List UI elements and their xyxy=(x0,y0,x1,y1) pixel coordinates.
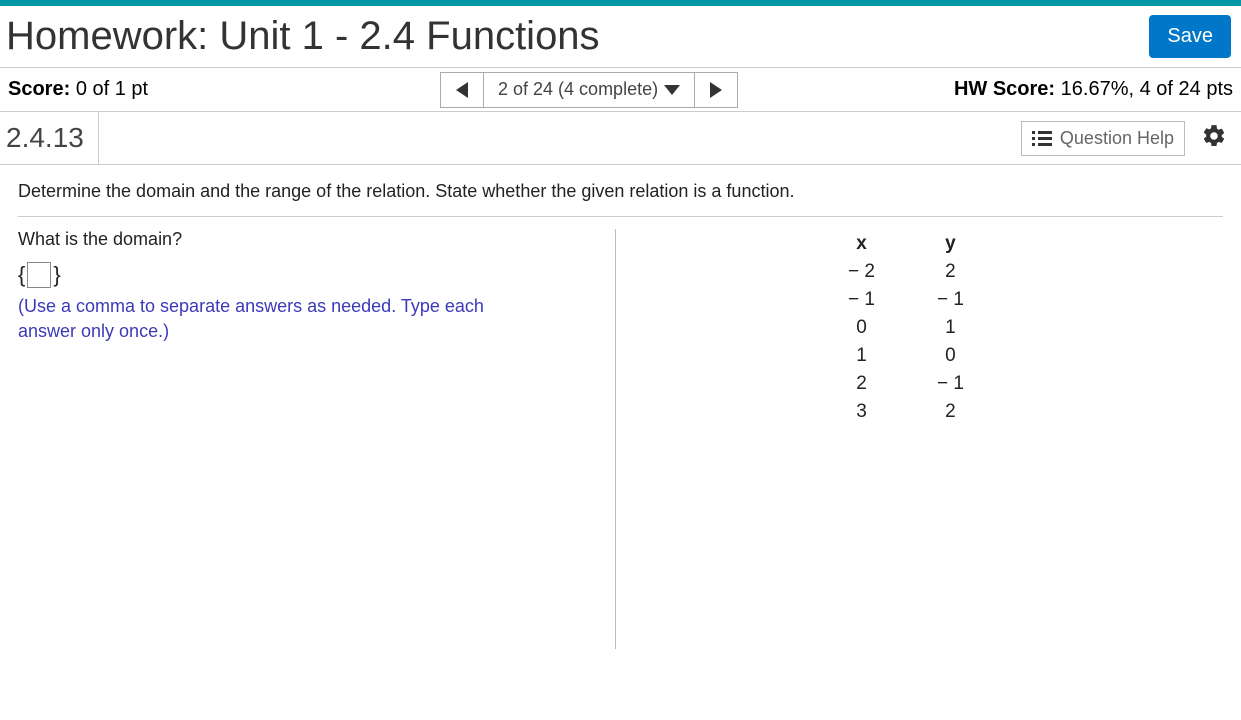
score-label: Score: xyxy=(8,78,70,100)
answer-hint: (Use a comma to separate answers as need… xyxy=(18,294,538,344)
table-row: 2 − 1 xyxy=(818,371,994,397)
chevron-down-icon xyxy=(664,85,680,95)
cell-y: − 1 xyxy=(907,287,994,313)
cell-y: 2 xyxy=(907,399,994,425)
table-header-y: y xyxy=(907,231,994,257)
cell-x: 3 xyxy=(818,399,905,425)
cell-x: − 2 xyxy=(818,259,905,285)
cell-y: 1 xyxy=(907,315,994,341)
body-split: What is the domain? { } (Use a comma to … xyxy=(18,229,1223,649)
next-question-button[interactable] xyxy=(694,72,738,108)
page-title: Homework: Unit 1 - 2.4 Functions xyxy=(6,14,600,59)
left-pane: What is the domain? { } (Use a comma to … xyxy=(18,229,616,649)
question-row: 2.4.13 Question Help xyxy=(0,112,1241,165)
table-row: 0 1 xyxy=(818,315,994,341)
cell-y: − 1 xyxy=(907,371,994,397)
table-row: − 1 − 1 xyxy=(818,287,994,313)
cell-x: 1 xyxy=(818,343,905,369)
table-row: − 2 2 xyxy=(818,259,994,285)
brace-close: } xyxy=(53,262,60,288)
cell-x: − 1 xyxy=(818,287,905,313)
score-left: Score: 0 of 1 pt xyxy=(8,78,148,101)
cell-y: 2 xyxy=(907,259,994,285)
question-help-button[interactable]: Question Help xyxy=(1021,121,1185,156)
relation-table: x y − 2 2 − 1 − 1 0 1 xyxy=(816,229,996,427)
save-button[interactable]: Save xyxy=(1149,15,1231,58)
hw-score: HW Score: 16.67%, 4 of 24 pts xyxy=(954,78,1233,101)
brace-open: { xyxy=(18,262,25,288)
nav-progress-text: 2 of 24 (4 complete) xyxy=(498,79,658,100)
content: Determine the domain and the range of th… xyxy=(0,165,1241,649)
question-progress-dropdown[interactable]: 2 of 24 (4 complete) xyxy=(484,72,694,108)
score-row: Score: 0 of 1 pt 2 of 24 (4 complete) HW… xyxy=(0,68,1241,112)
list-icon xyxy=(1032,131,1052,146)
question-nav: 2 of 24 (4 complete) xyxy=(440,72,738,108)
domain-input[interactable] xyxy=(27,262,51,288)
header-row: Homework: Unit 1 - 2.4 Functions Save xyxy=(0,6,1241,68)
answer-row: { } xyxy=(18,262,603,288)
table-row: 3 2 xyxy=(818,399,994,425)
hw-score-label: HW Score: xyxy=(954,78,1055,100)
chevron-left-icon xyxy=(456,82,468,98)
table-row: 1 0 xyxy=(818,343,994,369)
cell-y: 0 xyxy=(907,343,994,369)
cell-x: 2 xyxy=(818,371,905,397)
question-help-label: Question Help xyxy=(1060,128,1174,149)
settings-button[interactable] xyxy=(1197,119,1231,158)
cell-x: 0 xyxy=(818,315,905,341)
gear-icon xyxy=(1201,123,1227,149)
right-pane: x y − 2 2 − 1 − 1 0 1 xyxy=(616,229,1223,649)
question-number: 2.4.13 xyxy=(0,112,99,164)
prev-question-button[interactable] xyxy=(440,72,484,108)
question-row-right: Question Help xyxy=(1021,119,1241,158)
table-header-x: x xyxy=(818,231,905,257)
question-instructions: Determine the domain and the range of th… xyxy=(18,181,1223,217)
score-value: 0 of 1 pt xyxy=(76,78,148,100)
chevron-right-icon xyxy=(710,82,722,98)
hw-score-value: 16.67%, 4 of 24 pts xyxy=(1061,78,1233,100)
subquestion-text: What is the domain? xyxy=(18,229,603,250)
